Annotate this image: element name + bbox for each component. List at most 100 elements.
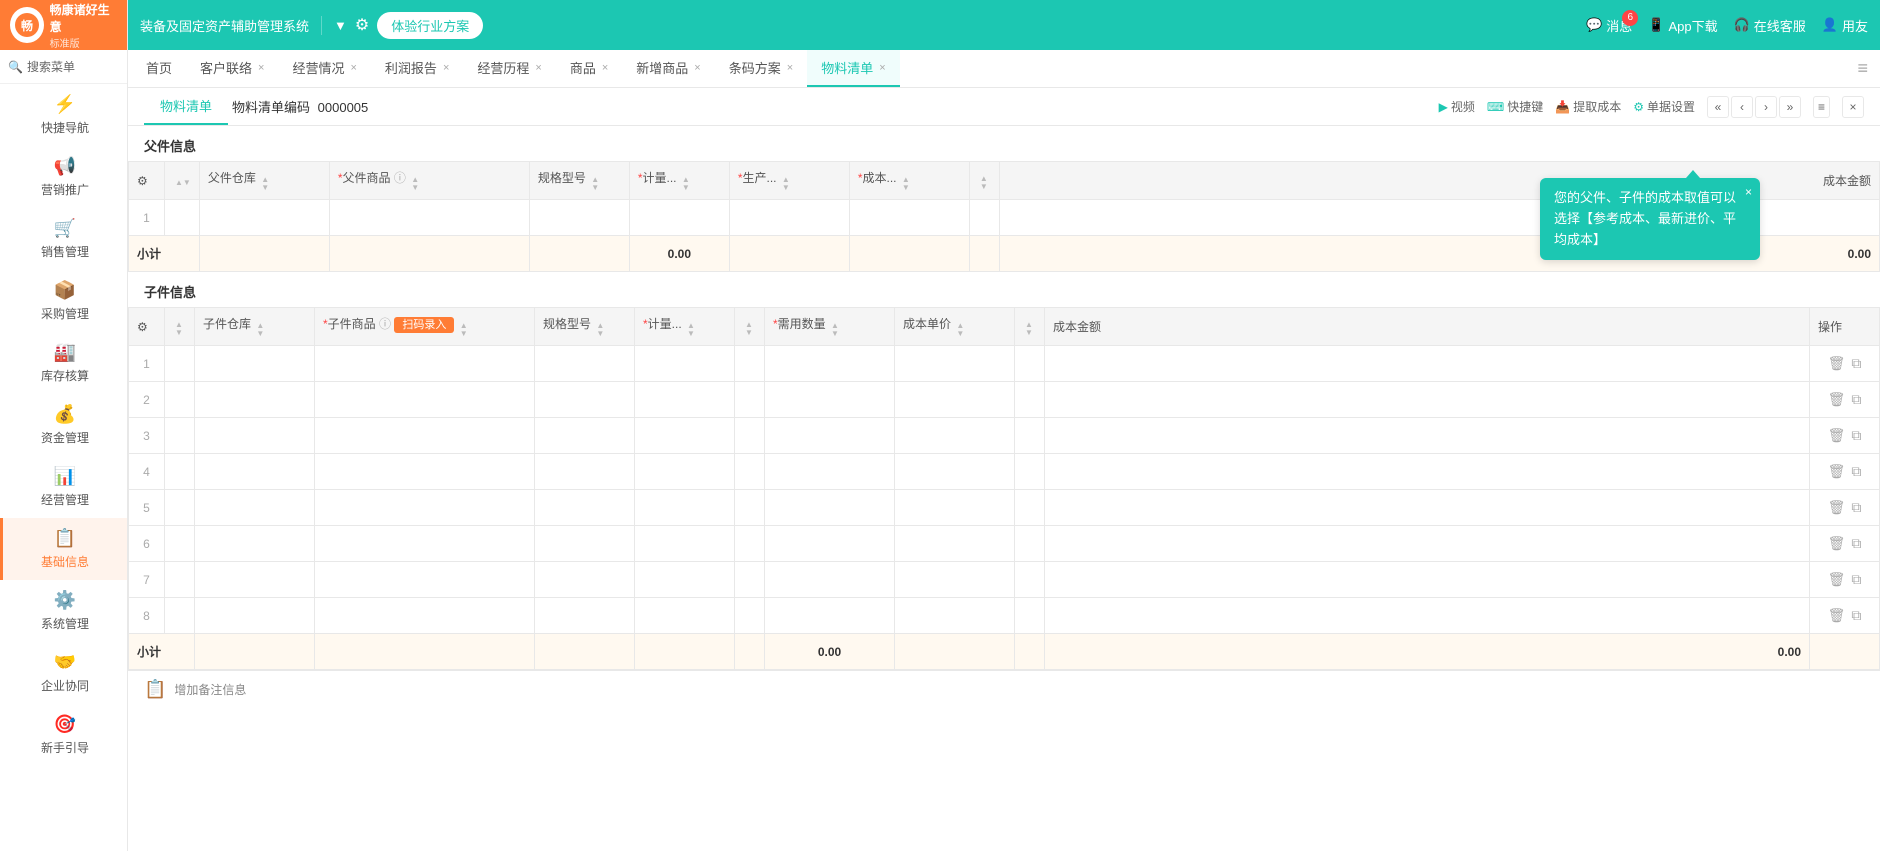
child-unit-cell[interactable] — [635, 382, 735, 418]
view-btn[interactable]: ▶ 视频 — [1439, 98, 1475, 115]
child-req-qty-cell[interactable] — [765, 598, 895, 634]
sidebar-item-guide[interactable]: 🎯 新手引导 — [0, 704, 127, 766]
tab-profit[interactable]: 利润报告 × — [371, 50, 463, 87]
child-goods-cell[interactable] — [315, 382, 535, 418]
child-req-qty-cell[interactable] — [765, 490, 895, 526]
child-warehouse-cell[interactable] — [195, 598, 315, 634]
tooltip-close-btn[interactable]: × — [1745, 183, 1752, 202]
spec-cell[interactable] — [529, 200, 629, 236]
child-unit-cost-cell[interactable] — [895, 454, 1015, 490]
child-req-qty-cell[interactable] — [765, 454, 895, 490]
sidebar-item-finance[interactable]: 💰 资金管理 — [0, 394, 127, 456]
sidebar-item-inventory[interactable]: 🏭 库存核算 — [0, 332, 127, 394]
cost-cell[interactable] — [849, 200, 969, 236]
user-menu[interactable]: 👤 用友 — [1822, 16, 1868, 35]
extract-cost-btn[interactable]: 📥 提取成本 — [1555, 98, 1621, 115]
child-unit-cost-cell[interactable] — [895, 346, 1015, 382]
child-req-qty-cell[interactable] — [765, 562, 895, 598]
sidebar-item-operations[interactable]: 📊 经营管理 — [0, 456, 127, 518]
delete-row-btn[interactable]: 🗑 — [1828, 499, 1846, 516]
child-goods-cell[interactable] — [315, 418, 535, 454]
tab-operations[interactable]: 经营情况 × — [278, 50, 370, 87]
close-bom-tab[interactable]: × — [879, 62, 885, 74]
child-unit-cell[interactable] — [635, 562, 735, 598]
child-unit-cost-cell[interactable] — [895, 562, 1015, 598]
tab-new-goods[interactable]: 新增商品 × — [622, 50, 714, 87]
parent-goods-cell[interactable] — [329, 200, 529, 236]
delete-row-btn[interactable]: 🗑 — [1828, 463, 1846, 480]
child-warehouse-cell[interactable] — [195, 418, 315, 454]
delete-row-btn[interactable]: 🗑 — [1828, 607, 1846, 624]
close-all-tabs[interactable]: ≡ — [1849, 58, 1876, 79]
child-warehouse-cell[interactable] — [195, 562, 315, 598]
production-cell[interactable] — [729, 200, 849, 236]
sidebar-item-collab[interactable]: 🤝 企业协同 — [0, 642, 127, 704]
app-download-btn[interactable]: 📱 App下载 — [1648, 16, 1717, 35]
message-btn[interactable]: 💬 消息 6 — [1586, 16, 1632, 35]
child-req-qty-cell[interactable] — [765, 418, 895, 454]
child-spec-cell[interactable] — [535, 490, 635, 526]
nav-prev-prev[interactable]: « — [1707, 96, 1729, 118]
child-req-qty-cell[interactable] — [765, 382, 895, 418]
copy-row-btn[interactable]: ⧉ — [1851, 535, 1861, 552]
child-warehouse-cell[interactable] — [195, 490, 315, 526]
child-warehouse-cell[interactable] — [195, 382, 315, 418]
single-settings-btn[interactable]: ⚙ 单据设置 — [1633, 98, 1695, 115]
child-unit-cell[interactable] — [635, 598, 735, 634]
sidebar-item-quick-nav[interactable]: ⚡ 快捷导航 — [0, 84, 127, 146]
sidebar-item-basic[interactable]: 📋 基础信息 — [0, 518, 127, 580]
nav-prev[interactable]: ‹ — [1731, 96, 1753, 118]
child-warehouse-cell[interactable] — [195, 526, 315, 562]
child-warehouse-cell[interactable] — [195, 454, 315, 490]
child-unit-cell[interactable] — [635, 526, 735, 562]
child-spec-cell[interactable] — [535, 382, 635, 418]
trial-btn[interactable]: 体验行业方案 — [377, 12, 483, 39]
child-req-qty-cell[interactable] — [765, 526, 895, 562]
copy-row-btn[interactable]: ⧉ — [1851, 427, 1861, 444]
close-profit-tab[interactable]: × — [443, 62, 449, 74]
child-unit-cell[interactable] — [635, 454, 735, 490]
child-unit-cell[interactable] — [635, 490, 735, 526]
child-goods-cell[interactable] — [315, 562, 535, 598]
child-unit-cost-cell[interactable] — [895, 418, 1015, 454]
copy-row-btn[interactable]: ⧉ — [1851, 463, 1861, 480]
child-goods-cell[interactable] — [315, 454, 535, 490]
child-unit-cell[interactable] — [635, 418, 735, 454]
child-unit-cell[interactable] — [635, 346, 735, 382]
nav-close[interactable]: × — [1842, 96, 1864, 118]
child-goods-cell[interactable] — [315, 490, 535, 526]
close-goods-tab[interactable]: × — [602, 62, 608, 74]
scan-btn[interactable]: 扫码录入 — [394, 317, 454, 333]
delete-row-btn[interactable]: 🗑 — [1828, 535, 1846, 552]
settings-btn[interactable]: ⚙ — [355, 15, 369, 35]
child-unit-cost-cell[interactable] — [895, 598, 1015, 634]
tab-goods[interactable]: 商品 × — [556, 50, 622, 87]
close-barcode-tab[interactable]: × — [787, 62, 793, 74]
nav-next[interactable]: › — [1755, 96, 1777, 118]
delete-row-btn[interactable]: 🗑 — [1828, 391, 1846, 408]
copy-row-btn[interactable]: ⧉ — [1851, 607, 1861, 624]
child-spec-cell[interactable] — [535, 418, 635, 454]
child-spec-cell[interactable] — [535, 562, 635, 598]
sidebar-item-sales[interactable]: 🛒 销售管理 — [0, 208, 127, 270]
th-settings-parent[interactable]: ⚙ — [129, 162, 165, 200]
child-unit-cost-cell[interactable] — [895, 382, 1015, 418]
sub-tab-bom-list[interactable]: 物料清单 — [144, 88, 228, 125]
child-warehouse-cell[interactable] — [195, 346, 315, 382]
sidebar-item-system[interactable]: ⚙️ 系统管理 — [0, 580, 127, 642]
tab-history[interactable]: 经营历程 × — [463, 50, 555, 87]
footer-text[interactable]: 增加备注信息 — [174, 681, 246, 698]
child-goods-cell[interactable] — [315, 598, 535, 634]
child-goods-cell[interactable] — [315, 526, 535, 562]
child-unit-cost-cell[interactable] — [895, 490, 1015, 526]
copy-row-btn[interactable]: ⧉ — [1851, 391, 1861, 408]
nav-list-view[interactable]: ≡ — [1813, 96, 1830, 118]
sidebar-item-purchase[interactable]: 📦 采购管理 — [0, 270, 127, 332]
unit-cell[interactable] — [629, 200, 729, 236]
th-settings-child[interactable]: ⚙ — [129, 308, 165, 346]
tab-bom[interactable]: 物料清单 × — [807, 50, 899, 87]
close-customer-tab[interactable]: × — [258, 62, 264, 74]
system-title-arrow[interactable]: ▼ — [334, 18, 347, 33]
nav-next-next[interactable]: » — [1779, 96, 1801, 118]
online-service-btn[interactable]: 🎧 在线客服 — [1734, 16, 1806, 35]
